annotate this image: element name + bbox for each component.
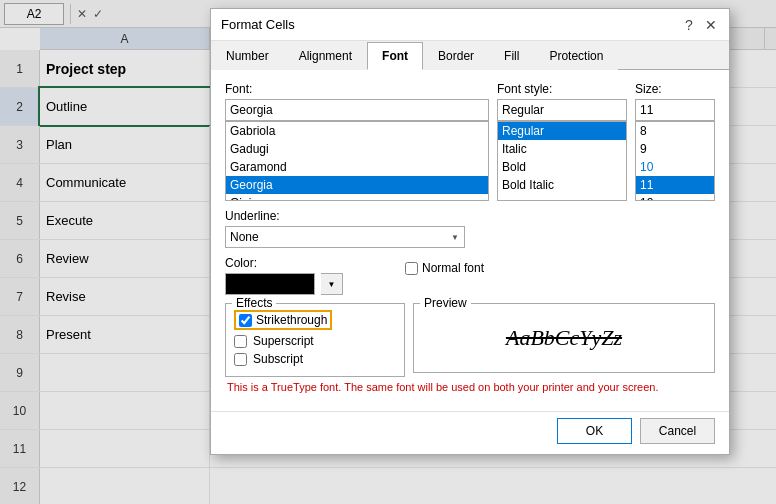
subscript-label[interactable]: Subscript — [234, 352, 396, 366]
size-field-label: Size: — [635, 82, 715, 96]
subscript-checkbox[interactable] — [234, 353, 247, 366]
list-item[interactable]: Bold Italic — [498, 176, 626, 194]
list-item-selected[interactable]: 11 — [636, 176, 714, 194]
list-item[interactable]: 8 — [636, 122, 714, 140]
underline-label: Underline: — [225, 209, 465, 223]
dialog-title: Format Cells — [221, 17, 295, 32]
ok-button[interactable]: OK — [557, 418, 632, 444]
normal-font-label-text: Normal font — [422, 261, 484, 275]
color-picker-row: ▼ — [225, 273, 395, 295]
font-top-row: Font: Gabriola Gadugi Garamond Georgia G… — [225, 82, 715, 201]
color-row: Color: ▼ Normal font — [225, 256, 715, 295]
font-list[interactable]: Gabriola Gadugi Garamond Georgia Gigi Gi… — [225, 121, 489, 201]
effects-section: Effects Strikethrough Superscript — [225, 303, 405, 381]
tab-number[interactable]: Number — [211, 42, 284, 70]
underline-select[interactable]: None Single Double — [225, 226, 465, 248]
subscript-label-text: Subscript — [253, 352, 303, 366]
style-list[interactable]: Regular Italic Bold Bold Italic — [497, 121, 627, 201]
dialog-titlebar: Format Cells ? ✕ — [211, 9, 729, 41]
strikethrough-checkbox[interactable] — [239, 314, 252, 327]
font-input[interactable] — [225, 99, 489, 121]
font-column: Font: Gabriola Gadugi Garamond Georgia G… — [225, 82, 489, 201]
effects-legend: Effects — [232, 296, 276, 310]
list-item[interactable]: Gigi — [226, 194, 488, 201]
list-item-selected[interactable]: Georgia — [226, 176, 488, 194]
effects-border: Effects Strikethrough Superscript — [225, 303, 405, 377]
list-item[interactable]: 9 — [636, 140, 714, 158]
list-item[interactable]: 12 — [636, 194, 714, 201]
size-column: Size: 8 9 10 11 12 14 — [635, 82, 715, 201]
normal-font-wrapper: Normal font — [405, 256, 484, 277]
style-column: Font style: Regular Italic Bold Bold Ita… — [497, 82, 627, 201]
tab-fill[interactable]: Fill — [489, 42, 534, 70]
color-swatch[interactable] — [225, 273, 315, 295]
tab-font[interactable]: Font — [367, 42, 423, 70]
style-input[interactable] — [497, 99, 627, 121]
effects-preview-row: Effects Strikethrough Superscript — [225, 303, 715, 381]
dialog-body: Font: Gabriola Gadugi Garamond Georgia G… — [211, 70, 729, 411]
color-label: Color: — [225, 256, 395, 270]
tab-border[interactable]: Border — [423, 42, 489, 70]
list-item[interactable]: 10 — [636, 158, 714, 176]
superscript-label-text: Superscript — [253, 334, 314, 348]
preview-legend: Preview — [420, 296, 471, 310]
close-icon[interactable]: ✕ — [703, 17, 719, 33]
color-column: Color: ▼ — [225, 256, 395, 295]
info-text: This is a TrueType font. The same font w… — [225, 381, 715, 393]
dialog-overlay: Format Cells ? ✕ Number Alignment Font B… — [0, 0, 776, 504]
strikethrough-label-text: Strikethrough — [256, 313, 327, 327]
strikethrough-box: Strikethrough — [234, 310, 332, 330]
size-input[interactable] — [635, 99, 715, 121]
preview-box: Preview AaBbCcYyZz — [413, 303, 715, 373]
list-item[interactable]: Gadugi — [226, 140, 488, 158]
normal-font-checkbox-label[interactable]: Normal font — [405, 261, 484, 275]
tab-alignment[interactable]: Alignment — [284, 42, 367, 70]
list-item-selected[interactable]: Regular — [498, 122, 626, 140]
titlebar-icons: ? ✕ — [681, 17, 719, 33]
cancel-button[interactable]: Cancel — [640, 418, 715, 444]
preview-text: AaBbCcYyZz — [506, 325, 622, 351]
list-item[interactable]: Garamond — [226, 158, 488, 176]
size-list[interactable]: 8 9 10 11 12 14 — [635, 121, 715, 201]
tab-protection[interactable]: Protection — [534, 42, 618, 70]
list-item[interactable]: Gabriola — [226, 122, 488, 140]
dialog-tabs: Number Alignment Font Border Fill Protec… — [211, 41, 729, 70]
underline-column: Underline: None Single Double — [225, 209, 465, 248]
font-field-label: Font: — [225, 82, 489, 96]
preview-section: Preview AaBbCcYyZz — [413, 303, 715, 381]
normal-font-checkbox[interactable] — [405, 262, 418, 275]
strikethrough-label[interactable]: Strikethrough — [234, 310, 396, 330]
underline-row: Underline: None Single Double — [225, 209, 715, 248]
dialog-buttons: OK Cancel — [211, 411, 729, 454]
format-cells-dialog: Format Cells ? ✕ Number Alignment Font B… — [210, 8, 730, 455]
underline-select-wrapper: None Single Double — [225, 226, 465, 248]
color-dropdown-button[interactable]: ▼ — [321, 273, 343, 295]
superscript-label[interactable]: Superscript — [234, 334, 396, 348]
style-field-label: Font style: — [497, 82, 627, 96]
list-item[interactable]: Italic — [498, 140, 626, 158]
superscript-checkbox[interactable] — [234, 335, 247, 348]
help-icon[interactable]: ? — [681, 17, 697, 33]
list-item[interactable]: Bold — [498, 158, 626, 176]
